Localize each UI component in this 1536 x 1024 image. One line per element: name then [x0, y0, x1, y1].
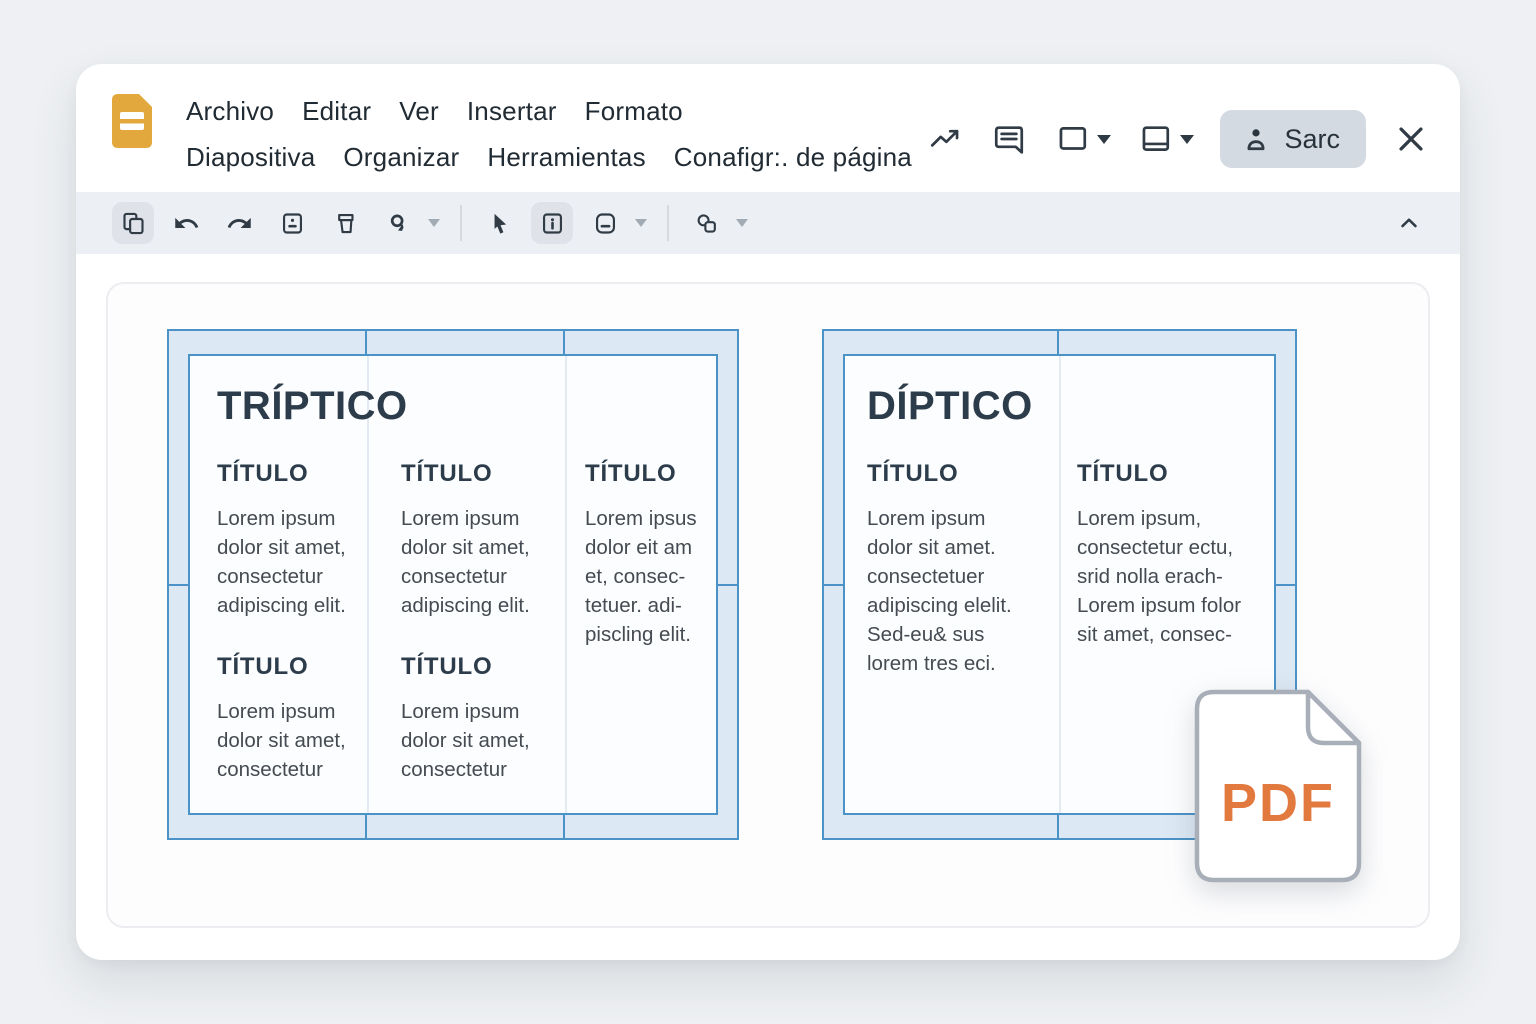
slides-app-icon[interactable] — [110, 92, 154, 150]
column-separator — [565, 356, 567, 813]
textbox-icon[interactable] — [531, 202, 573, 244]
menu-configuracion-pagina[interactable]: Conafigr:. de página — [674, 142, 912, 173]
toolbar — [76, 192, 1460, 254]
duplicate-slide-icon[interactable] — [112, 202, 154, 244]
menu-herramientas[interactable]: Herramientas — [487, 142, 645, 173]
zoom-icon[interactable] — [377, 202, 419, 244]
section-heading: TÍTULO — [867, 460, 958, 488]
close-icon[interactable] — [1392, 120, 1430, 158]
section-heading: TÍTULO — [217, 460, 308, 488]
menu-formato[interactable]: Formato — [585, 96, 683, 127]
section-body: Lorem ipsum dolor sit amet, consectetur … — [401, 504, 561, 620]
header-controls: Sarc — [926, 110, 1430, 168]
chevron-down-icon[interactable] — [736, 219, 748, 227]
page-title: DÍPTICO — [867, 384, 1033, 429]
paint-format-icon[interactable] — [324, 202, 366, 244]
pdf-label: PDF — [1221, 773, 1335, 833]
menu-editar[interactable]: Editar — [302, 96, 371, 127]
menu-bar: Archivo Editar Ver Insertar Formato Diap… — [186, 90, 926, 192]
collapse-toolbar-icon[interactable] — [1388, 202, 1430, 244]
toolbar-divider — [460, 205, 462, 241]
toolbar-divider — [667, 205, 669, 241]
placeholder-icon[interactable] — [584, 202, 626, 244]
section-body: Lorem ipsum dolor sit amet, consectetur … — [217, 504, 377, 620]
undo-icon[interactable] — [165, 202, 207, 244]
app-window: Archivo Editar Ver Insertar Formato Diap… — [76, 64, 1460, 960]
app-header: Archivo Editar Ver Insertar Formato Diap… — [76, 64, 1460, 192]
chevron-down-icon[interactable] — [635, 219, 647, 227]
section-body: Lorem ipsum dolor sit amet, consectetur — [217, 697, 377, 784]
share-button-label: Sarc — [1284, 124, 1340, 155]
present-mode-control[interactable] — [1054, 120, 1111, 158]
layout-rectangle-icon — [1137, 120, 1175, 158]
column-separator — [1059, 356, 1061, 813]
section-body: Lorem ipsum, consectetur ectu, srid noll… — [1077, 504, 1267, 649]
triptico-document[interactable]: TRÍPTICO TÍTULO Lorem ipsum dolor sit am… — [167, 329, 739, 840]
menu-diapositiva[interactable]: Diapositiva — [186, 142, 315, 173]
share-button[interactable]: Sarc — [1220, 110, 1366, 168]
page-title: TRÍPTICO — [217, 384, 408, 429]
chevron-down-icon — [1097, 135, 1111, 144]
chevron-down-icon — [1180, 135, 1194, 144]
menu-ver[interactable]: Ver — [399, 96, 439, 127]
new-slide-icon[interactable] — [271, 202, 313, 244]
slide-canvas[interactable]: TRÍPTICO TÍTULO Lorem ipsum dolor sit am… — [106, 282, 1430, 928]
section-heading: TÍTULO — [401, 460, 492, 488]
triptico-page[interactable]: TRÍPTICO TÍTULO Lorem ipsum dolor sit am… — [188, 354, 718, 815]
menu-insertar[interactable]: Insertar — [467, 96, 557, 127]
section-body: Lorem ipsum dolor sit amet. consectetuer… — [867, 504, 1047, 678]
shapes-icon[interactable] — [685, 202, 727, 244]
select-cursor-icon[interactable] — [478, 202, 520, 244]
layout-control[interactable] — [1137, 120, 1194, 158]
activity-trending-icon[interactable] — [926, 120, 964, 158]
person-icon — [1240, 123, 1272, 155]
section-heading: TÍTULO — [217, 653, 308, 681]
chevron-down-icon[interactable] — [428, 219, 440, 227]
section-heading: TÍTULO — [585, 460, 676, 488]
pdf-file-icon[interactable]: PDF — [1192, 687, 1364, 885]
desktop-background: Archivo Editar Ver Insertar Formato Diap… — [0, 0, 1536, 1024]
section-body: Lorem ipsus dolor eit am et, consec- tet… — [585, 504, 710, 649]
menu-organizar[interactable]: Organizar — [343, 142, 459, 173]
section-body: Lorem ipsum dolor sit amet, consectetur — [401, 697, 561, 784]
present-rectangle-icon — [1054, 120, 1092, 158]
menu-archivo[interactable]: Archivo — [186, 96, 274, 127]
comment-icon[interactable] — [990, 120, 1028, 158]
section-heading: TÍTULO — [401, 653, 492, 681]
redo-icon[interactable] — [218, 202, 260, 244]
section-heading: TÍTULO — [1077, 460, 1168, 488]
